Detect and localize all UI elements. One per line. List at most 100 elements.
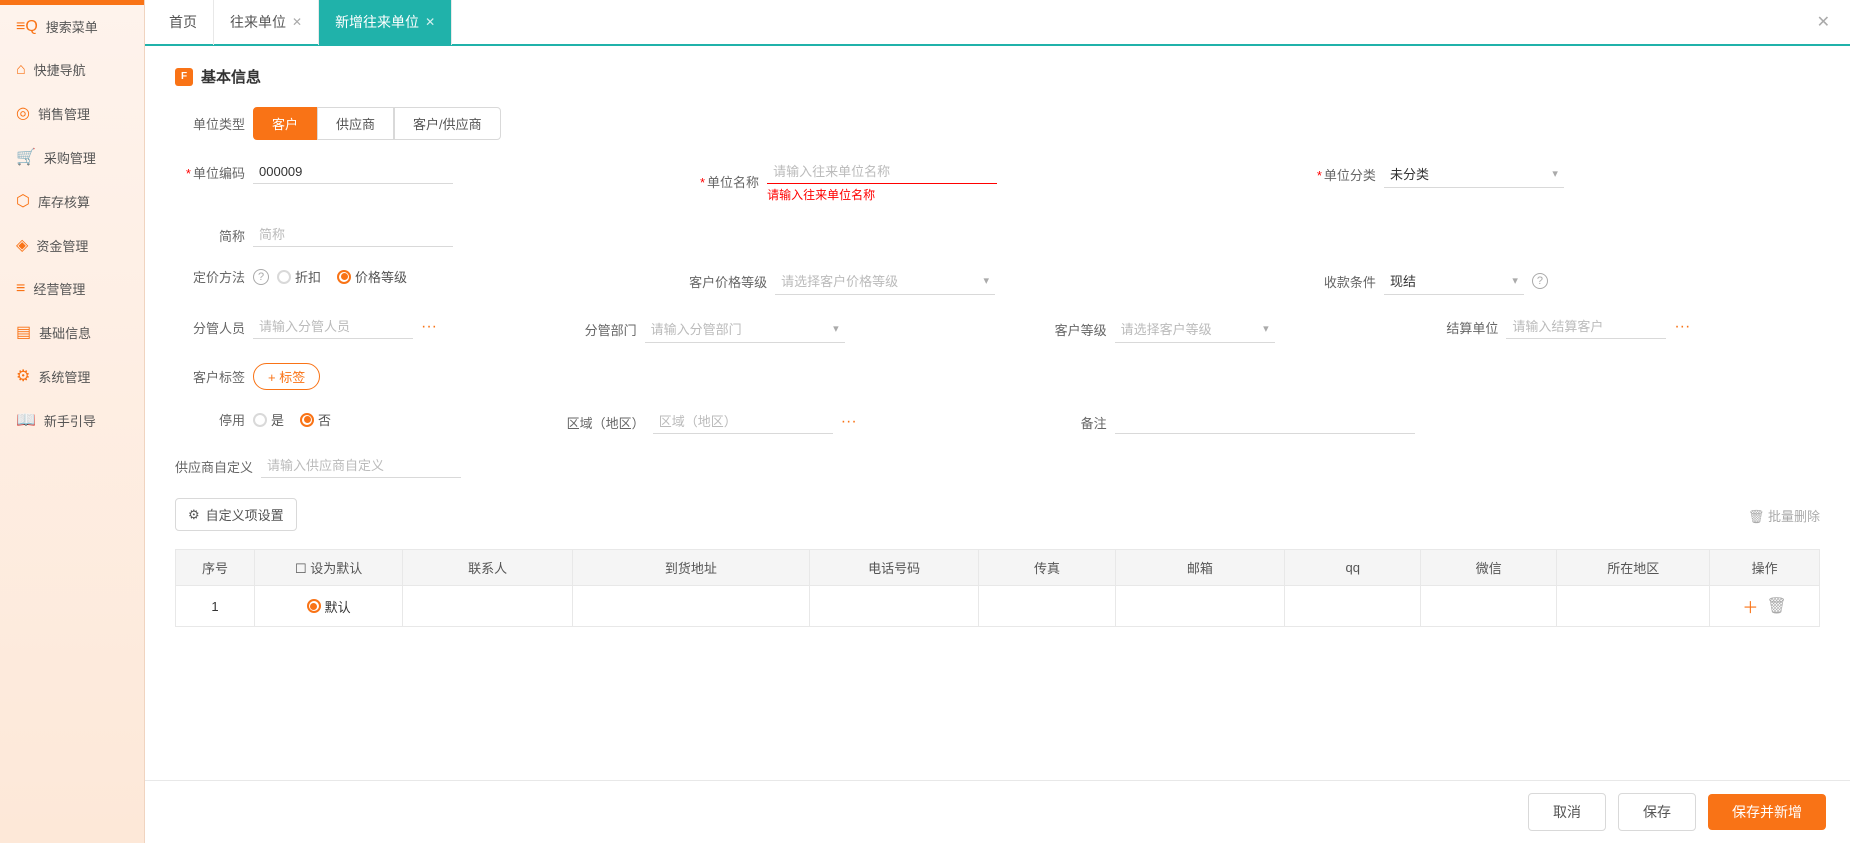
radio-price-level[interactable]: 价格等级	[337, 267, 407, 286]
batch-delete-btn[interactable]: 🗑 批量删除	[1748, 506, 1820, 525]
unit-category-select[interactable]: 未分类 ▾	[1384, 160, 1564, 188]
cell-wechat[interactable]	[1421, 586, 1557, 627]
cell-fax[interactable]	[979, 586, 1115, 627]
cell-contact[interactable]	[403, 586, 573, 627]
btn-supplier[interactable]: 供应商	[317, 107, 394, 140]
tab-counterparty[interactable]: 往来单位 ✕	[214, 0, 319, 45]
sidebar-item-label: 快捷导航	[34, 60, 86, 79]
manager-input[interactable]	[253, 315, 413, 339]
sidebar-item-finance[interactable]: ◈ 资金管理	[0, 223, 144, 267]
settlement-label: 结算单位	[1428, 318, 1498, 337]
region-more-btn[interactable]: ···	[841, 413, 857, 431]
email-input[interactable]	[1160, 595, 1240, 618]
payment-select[interactable]: 现结 ▾	[1384, 267, 1524, 295]
table-body: 1 默认	[176, 586, 1820, 627]
tab-counterparty-close[interactable]: ✕	[292, 15, 302, 29]
supplier-custom-input[interactable]	[261, 454, 461, 478]
department-select[interactable]: 请输入分管部门 ▾	[645, 315, 845, 343]
custom-settings-label: 自定义项设置	[206, 505, 284, 524]
cell-address[interactable]	[572, 586, 809, 627]
unit-type-label: 单位类型	[175, 114, 245, 133]
add-tag-btn[interactable]: + 标签	[253, 363, 320, 390]
cell-qq[interactable]	[1285, 586, 1421, 627]
radio-discount-label: 折扣	[295, 267, 321, 286]
short-name-input[interactable]	[253, 223, 453, 247]
sidebar-item-quicknav[interactable]: ⌂ 快捷导航	[0, 48, 144, 91]
cell-phone[interactable]	[809, 586, 979, 627]
tab-bar: 首页 往来单位 ✕ 新增往来单位 ✕ ✕	[145, 0, 1850, 46]
cell-seq: 1	[176, 586, 255, 627]
customer-price-chevron: ▾	[984, 274, 990, 287]
customer-price-select[interactable]: 请选择客户价格等级 ▾	[775, 267, 995, 295]
save-button[interactable]: 保存	[1618, 793, 1696, 831]
pricing-row: 定价方法 ? 折扣 价格等级 客户价格等级 请选择客户价格等	[175, 267, 1820, 295]
trash-icon: 🗑	[1748, 509, 1765, 524]
cancel-button[interactable]: 取消	[1528, 793, 1606, 831]
sidebar-item-operations[interactable]: ≡ 经营管理	[0, 267, 144, 310]
btn-both[interactable]: 客户/供应商	[394, 107, 501, 140]
address-input[interactable]	[631, 595, 751, 618]
qq-input[interactable]	[1323, 595, 1383, 618]
settlement-more-btn[interactable]: ···	[1674, 318, 1690, 336]
sidebar-item-basic[interactable]: ▤ 基础信息	[0, 310, 144, 354]
sidebar-item-inventory[interactable]: ⬡ 库存核算	[0, 179, 144, 223]
customer-level-select[interactable]: 请选择客户等级 ▾	[1115, 315, 1275, 343]
content-area: F 基本信息 单位类型 客户 供应商 客户/供应商 *单位编码	[145, 46, 1850, 780]
region-input[interactable]	[653, 410, 833, 434]
customer-price-placeholder: 请选择客户价格等级	[781, 271, 898, 290]
disable-label: 停用	[175, 410, 245, 429]
sidebar-item-purchase[interactable]: 🛒 采购管理	[0, 135, 144, 179]
custom-settings-button[interactable]: ⚙ 自定义项设置	[175, 498, 297, 531]
search-menu-icon: ≡Q	[16, 18, 38, 36]
global-close-button[interactable]: ✕	[1805, 12, 1842, 32]
operations-icon: ≡	[16, 280, 25, 298]
radio-discount[interactable]: 折扣	[277, 267, 321, 286]
unit-name-input[interactable]	[767, 160, 997, 184]
unit-name-label: *单位名称	[689, 172, 759, 191]
delete-row-btn[interactable]: 🗑	[1766, 596, 1786, 616]
tab-new-counterparty-close[interactable]: ✕	[425, 15, 435, 29]
pricing-help-icon[interactable]: ?	[253, 269, 269, 285]
payment-chevron: ▾	[1512, 274, 1518, 287]
cell-email[interactable]	[1115, 586, 1285, 627]
btn-customer[interactable]: 客户	[253, 107, 317, 140]
payment-help-icon[interactable]: ?	[1532, 273, 1548, 289]
sidebar-item-sales[interactable]: ◎ 销售管理	[0, 91, 144, 135]
supplier-custom-label: 供应商自定义	[175, 457, 253, 476]
radio-no[interactable]: 否	[300, 410, 331, 429]
radio-yes-circle	[253, 413, 267, 427]
customer-price-field: 客户价格等级 请选择客户价格等级 ▾	[689, 267, 1306, 295]
add-row-btn[interactable]: ＋	[1742, 594, 1758, 618]
section-icon: F	[175, 68, 193, 86]
sidebar-item-label: 基础信息	[39, 323, 91, 342]
row-default-radio[interactable]	[307, 599, 321, 613]
remark-input[interactable]	[1115, 410, 1415, 434]
disable-radio-group: 是 否	[253, 410, 331, 429]
save-new-button[interactable]: 保存并新增	[1708, 794, 1826, 830]
manager-field: 分管人员 ···	[175, 315, 567, 339]
tab-new-counterparty[interactable]: 新增往来单位 ✕	[319, 0, 452, 45]
unit-name-field-wrapper: 请输入往来单位名称	[767, 160, 997, 203]
settlement-input[interactable]	[1506, 315, 1666, 339]
radio-yes-label: 是	[271, 410, 284, 429]
fax-input[interactable]	[1017, 595, 1077, 618]
col-seq: 序号	[176, 550, 255, 586]
sidebar-item-search[interactable]: ≡Q 搜索菜单	[0, 5, 144, 48]
disable-row: 停用 是 否 区域（地区） ··· 备注	[175, 410, 1820, 434]
tab-new-counterparty-label: 新增往来单位	[335, 12, 419, 32]
wechat-input[interactable]	[1459, 595, 1519, 618]
manager-more-btn[interactable]: ···	[421, 318, 437, 336]
phone-input[interactable]	[854, 595, 934, 618]
cell-region[interactable]	[1557, 586, 1710, 627]
department-field: 分管部门 请输入分管部门 ▾	[567, 315, 1037, 343]
unit-code-input[interactable]	[253, 160, 453, 184]
radio-yes[interactable]: 是	[253, 410, 284, 429]
tab-home[interactable]: 首页	[153, 0, 214, 45]
row-region-input[interactable]	[1598, 595, 1668, 618]
contact-input[interactable]	[448, 595, 528, 618]
payment-field: 收款条件 现结 ▾ ?	[1306, 267, 1820, 295]
radio-price-level-circle	[337, 270, 351, 284]
contact-table: 序号 ☐ 设为默认 联系人 到货地址 电话号码 传真 邮箱 qq 微信 所在地区…	[175, 549, 1820, 627]
sidebar-item-system[interactable]: ⚙ 系统管理	[0, 354, 144, 398]
sidebar-item-guide[interactable]: 📖 新手引导	[0, 398, 144, 442]
